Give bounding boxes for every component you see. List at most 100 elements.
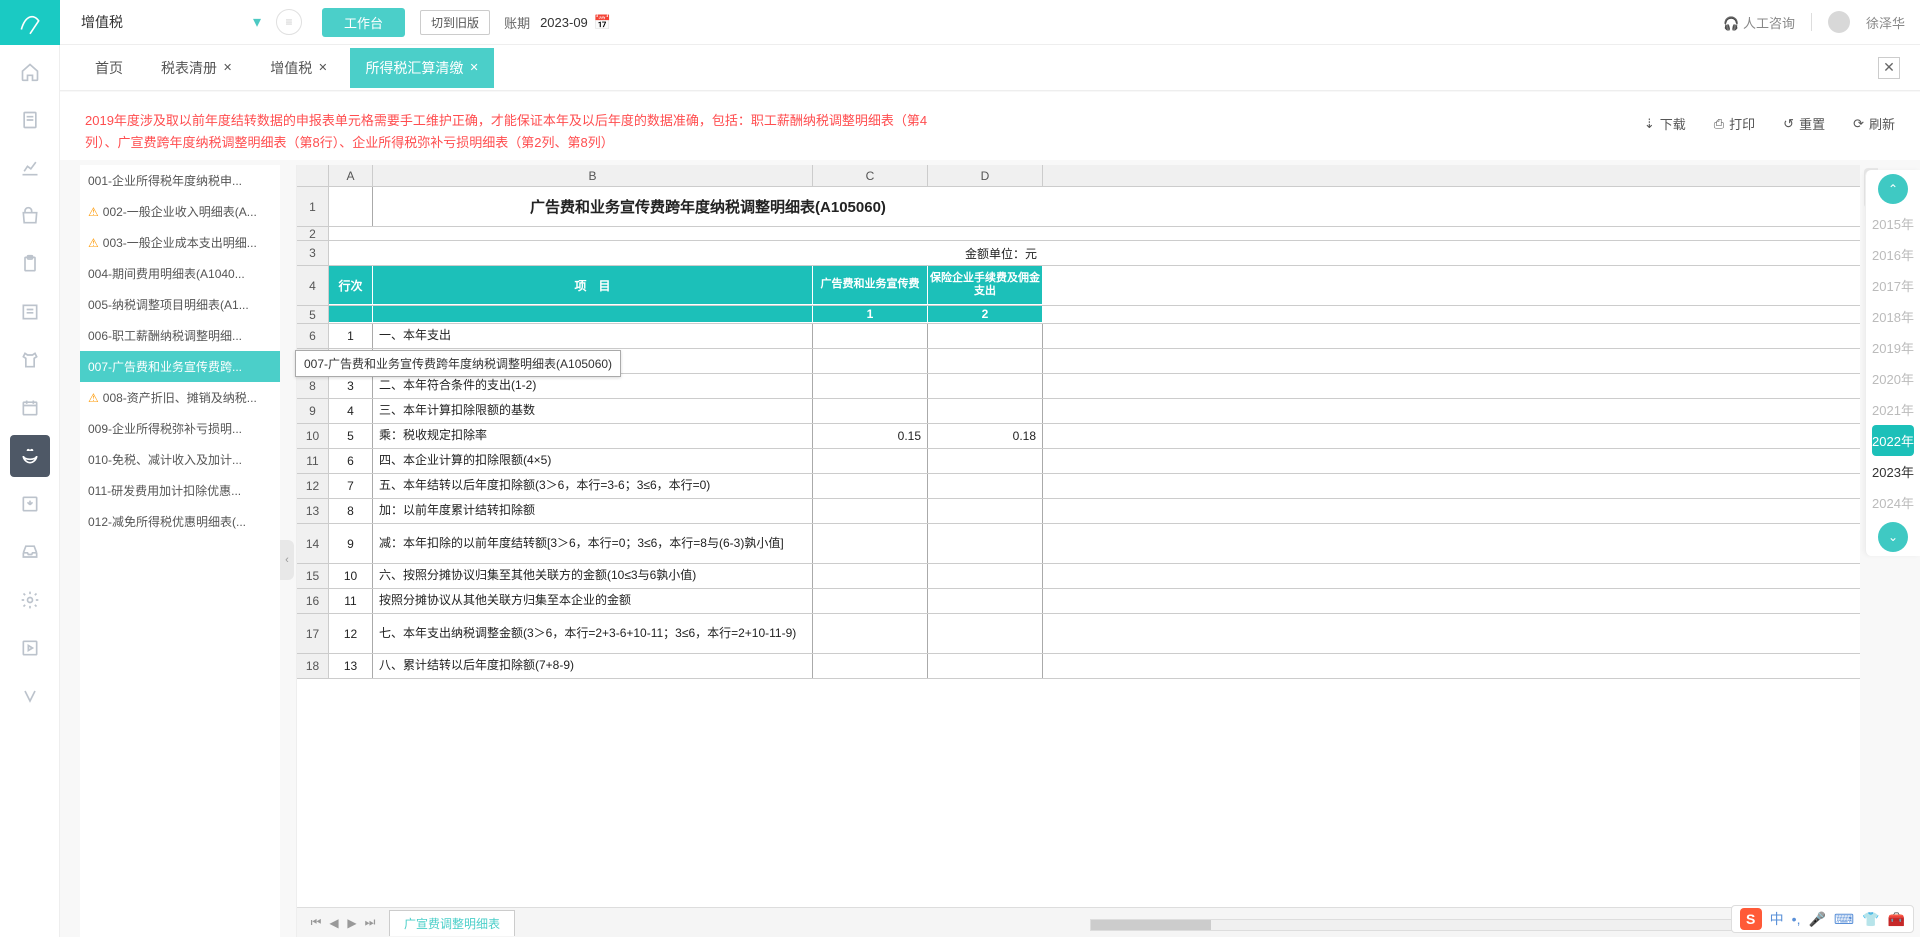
ime-lang[interactable]: 中 <box>1770 909 1784 929</box>
col-header-c[interactable]: C <box>813 165 928 186</box>
cell-value-d[interactable]: 0.18 <box>928 424 1043 448</box>
ime-toolbox-icon[interactable]: 🧰 <box>1888 911 1905 928</box>
cell-value-d[interactable] <box>928 349 1043 373</box>
username[interactable]: 徐泽华 <box>1866 13 1905 32</box>
form-list-item[interactable]: ⚠003-一般企业成本支出明细... <box>80 227 280 258</box>
ime-punct-icon[interactable]: •, <box>1792 911 1801 927</box>
nav-gear-icon[interactable] <box>10 579 50 621</box>
tab-home[interactable]: 首页 <box>80 48 138 88</box>
row-header[interactable]: 6 <box>297 324 329 348</box>
col-header-b[interactable]: B <box>373 165 813 186</box>
year-scroll-up[interactable]: ⌃ <box>1878 174 1908 204</box>
close-icon[interactable]: ✕ <box>318 61 327 74</box>
reset-button[interactable]: ↺重置 <box>1783 114 1825 133</box>
nav-doc-icon[interactable] <box>10 99 50 141</box>
form-list-item[interactable]: 010-免税、减计收入及加计... <box>80 444 280 475</box>
cell-item[interactable]: 加：以前年度累计结转扣除额 <box>373 499 813 523</box>
cell-value-d[interactable] <box>928 654 1043 678</box>
cell-rownum[interactable]: 3 <box>329 374 373 398</box>
year-item[interactable]: 2019年 <box>1872 332 1914 363</box>
tabbar-close-button[interactable]: ✕ <box>1878 57 1900 79</box>
cell-rownum[interactable]: 4 <box>329 399 373 423</box>
form-list-item[interactable]: 006-职工薪酬纳税调整明细... <box>80 320 280 351</box>
row-header[interactable]: 14 <box>297 524 329 563</box>
cell-value-d[interactable] <box>928 589 1043 613</box>
cell-rownum[interactable]: 9 <box>329 524 373 563</box>
cell-value-c[interactable] <box>813 654 928 678</box>
ime-keyboard-icon[interactable]: ⌨ <box>1834 911 1854 928</box>
cell-value-c[interactable] <box>813 589 928 613</box>
ime-mic-icon[interactable]: 🎤 <box>1808 911 1825 928</box>
nav-inbox-icon[interactable] <box>10 531 50 573</box>
year-item[interactable]: 2017年 <box>1872 270 1914 301</box>
sheet-nav-prev[interactable]: ◀ <box>325 916 343 930</box>
form-list-item[interactable]: ⚠008-资产折旧、摊销及纳税... <box>80 382 280 413</box>
cell-value-d[interactable] <box>928 614 1043 653</box>
period-value[interactable]: 2023-09 <box>540 15 588 30</box>
cell-rownum[interactable]: 7 <box>329 474 373 498</box>
ime-bar[interactable]: S 中 •, 🎤 ⌨ 👕 🧰 <box>1731 905 1914 933</box>
support-icon[interactable]: 🎧 人工咨询 <box>1723 13 1795 32</box>
nav-home-icon[interactable] <box>10 51 50 93</box>
row-header[interactable]: 15 <box>297 564 329 588</box>
year-item[interactable]: 2018年 <box>1872 301 1914 332</box>
cell-rownum[interactable]: 8 <box>329 499 373 523</box>
nav-shirt-icon[interactable] <box>10 339 50 381</box>
download-button[interactable]: ⇣下载 <box>1644 114 1686 133</box>
cell-value-d[interactable] <box>928 524 1043 563</box>
row-header[interactable]: 1 <box>297 187 329 226</box>
cell-value-d[interactable] <box>928 564 1043 588</box>
cell-item[interactable]: 一、本年支出 <box>373 324 813 348</box>
cell-rownum[interactable]: 13 <box>329 654 373 678</box>
cell-value-c[interactable] <box>813 614 928 653</box>
circle-menu-icon[interactable]: ≡ <box>276 9 302 35</box>
form-list-item[interactable]: 004-期间费用明细表(A1040... <box>80 258 280 289</box>
cell-value-c[interactable] <box>813 324 928 348</box>
sheet-nav-last[interactable]: ⏭ <box>361 915 379 930</box>
row-header[interactable]: 8 <box>297 374 329 398</box>
nav-clipboard-icon[interactable] <box>10 243 50 285</box>
cell-value-c[interactable] <box>813 399 928 423</box>
cell-value-d[interactable] <box>928 399 1043 423</box>
close-icon[interactable]: ✕ <box>469 61 478 74</box>
form-list-item[interactable]: 005-纳税调整项目明细表(A1... <box>80 289 280 320</box>
nav-form-icon[interactable] <box>10 291 50 333</box>
cell-item[interactable]: 二、本年符合条件的支出(1-2) <box>373 374 813 398</box>
row-header[interactable]: 9 <box>297 399 329 423</box>
cell-item[interactable]: 四、本企业计算的扣除限额(4×5) <box>373 449 813 473</box>
app-logo[interactable] <box>0 0 60 45</box>
switch-old-button[interactable]: 切到旧版 <box>420 10 490 35</box>
print-button[interactable]: ⎙打印 <box>1714 114 1755 133</box>
year-item[interactable]: 2024年 <box>1872 487 1914 518</box>
cell-item[interactable]: 按照分摊协议从其他关联方归集至本企业的金额 <box>373 589 813 613</box>
year-item[interactable]: 2016年 <box>1872 239 1914 270</box>
row-header[interactable]: 18 <box>297 654 329 678</box>
row-header[interactable]: 10 <box>297 424 329 448</box>
cell-value-d[interactable] <box>928 324 1043 348</box>
tab-income-tax[interactable]: 所得税汇算清缴✕ <box>350 48 493 88</box>
sheet-tab[interactable]: 广宣费调整明细表 <box>389 910 515 936</box>
cell-rownum[interactable]: 10 <box>329 564 373 588</box>
nav-calendar-icon[interactable] <box>10 387 50 429</box>
ime-skin-icon[interactable]: 👕 <box>1862 911 1879 928</box>
year-item[interactable]: 2022年 <box>1872 425 1914 456</box>
workbench-button[interactable]: 工作台 <box>322 8 405 37</box>
cell-item[interactable]: 三、本年计算扣除限额的基数 <box>373 399 813 423</box>
cell-value-c[interactable] <box>813 499 928 523</box>
cell-value-d[interactable] <box>928 449 1043 473</box>
cell-item[interactable]: 六、按照分摊协议归集至其他关联方的金额(10≤3与6孰小值) <box>373 564 813 588</box>
cell-item[interactable]: 减：本年扣除的以前年度结转额[3＞6，本行=0；3≤6，本行=8与(6-3)孰小… <box>373 524 813 563</box>
cell-rownum[interactable]: 6 <box>329 449 373 473</box>
tab-tax-list[interactable]: 税表清册✕ <box>146 48 247 88</box>
cell-value-c[interactable] <box>813 524 928 563</box>
cell-item[interactable]: 八、累计结转以后年度扣除额(7+8-9) <box>373 654 813 678</box>
horizontal-scrollbar[interactable] <box>1090 919 1840 931</box>
nav-bag-icon[interactable] <box>10 195 50 237</box>
nav-play-icon[interactable] <box>10 627 50 669</box>
nav-v-icon[interactable] <box>10 675 50 717</box>
sheet-nav-first[interactable]: ⏮ <box>307 915 325 930</box>
nav-chart-icon[interactable] <box>10 147 50 189</box>
chevron-down-icon[interactable]: ▾ <box>253 12 261 32</box>
col-header-a[interactable]: A <box>329 165 373 186</box>
cell-value-c[interactable] <box>813 349 928 373</box>
